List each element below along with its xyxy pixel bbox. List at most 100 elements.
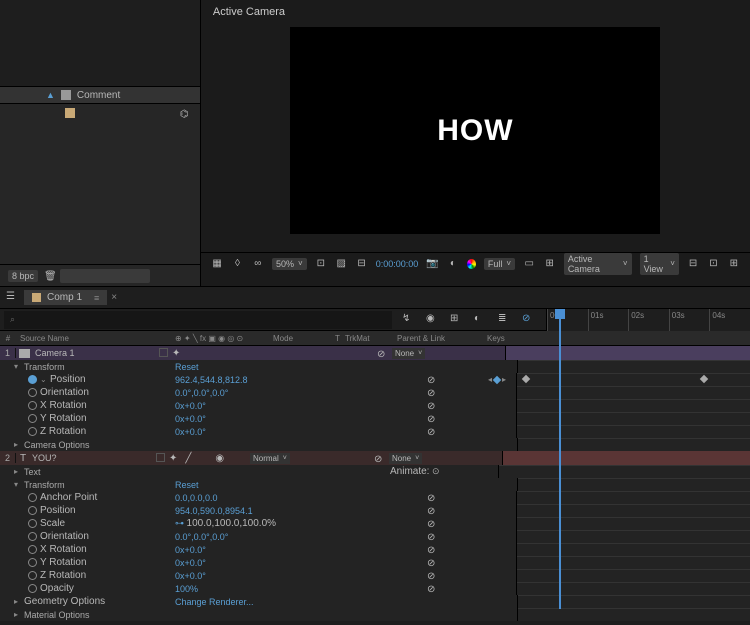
link-icon[interactable]: ⊘ — [427, 584, 436, 593]
next-key-icon[interactable]: ▸ — [502, 375, 506, 384]
time-ruler[interactable]: 00s 01s 02s 03s 04s — [546, 309, 750, 331]
xrot-value[interactable]: 0x+0.0° — [175, 401, 305, 411]
layers-icon[interactable]: ≣ — [498, 313, 512, 327]
footer-slider[interactable] — [60, 269, 150, 283]
col-trkmat: TrkMat — [341, 334, 393, 343]
opacity-value[interactable]: 100% — [175, 584, 305, 594]
project-column-header[interactable]: ▲ Comment — [0, 86, 200, 104]
comment-col: Comment — [77, 90, 120, 101]
canvas-text: HOW — [437, 114, 513, 148]
stopwatch-icon[interactable] — [28, 414, 37, 423]
blend-mode-select[interactable]: Normal — [250, 453, 290, 464]
yrot-value[interactable]: 0x+0.0° — [175, 414, 305, 424]
stopwatch-icon[interactable] — [28, 493, 37, 502]
flowchart-icon[interactable]: ⌬ — [180, 109, 190, 117]
scale-value[interactable]: ⊶ 100.0,100.0,100.0% — [175, 518, 305, 529]
shy-icon[interactable]: ◉ — [426, 313, 440, 327]
col-parent: Parent & Link — [393, 334, 483, 343]
link-icon[interactable]: ⊘ — [427, 519, 436, 528]
link-icon[interactable]: ⊘ — [427, 493, 436, 502]
opt3-icon[interactable]: ⊞ — [728, 257, 740, 271]
stopwatch-icon[interactable] — [28, 532, 37, 541]
text-layer-icon: T — [18, 453, 28, 464]
link-icon[interactable]: ⊘ — [522, 313, 536, 327]
bpc-chip[interactable]: 8 bpc — [8, 270, 38, 282]
link-icon[interactable]: ⊘ — [427, 545, 436, 554]
panel-menu-icon[interactable]: ☰ — [6, 291, 20, 305]
stopwatch-icon[interactable] — [28, 545, 37, 554]
stopwatch-icon[interactable] — [28, 427, 37, 436]
graph-icon[interactable]: ↯ — [402, 313, 416, 327]
link-icon[interactable]: ⊘ — [427, 427, 436, 436]
view-icon[interactable]: ⊞ — [543, 257, 555, 271]
layer-camera1[interactable]: 1 Camera 1 ✦ ⊘None — [0, 346, 750, 360]
opt2-icon[interactable]: ⊡ — [707, 257, 719, 271]
col-switches: ⊕ ✦ ╲ fx ▣ ◉ ◎ ⊙ — [171, 334, 269, 343]
search-input[interactable]: ⌕ — [4, 311, 392, 329]
zoom-select[interactable]: 50% — [272, 258, 307, 270]
add-key-icon[interactable] — [493, 375, 501, 383]
opt1-icon[interactable]: ⊟ — [687, 257, 699, 271]
transparency-icon[interactable]: ▨ — [335, 257, 347, 271]
stopwatch-icon[interactable] — [28, 584, 37, 593]
views-select[interactable]: 1 View — [640, 253, 679, 275]
timecode[interactable]: 0:00:00:00 — [376, 259, 419, 269]
pickwhip-icon[interactable]: ⊘ — [377, 349, 386, 358]
orient-value[interactable]: 0.0°,0.0°,0.0° — [175, 388, 305, 398]
grid-icon[interactable]: ▦ — [211, 257, 223, 271]
mask-icon[interactable]: ◊ — [231, 257, 243, 271]
zrot2-value[interactable]: 0x+0.0° — [175, 571, 305, 581]
orient2-value[interactable]: 0.0°,0.0°,0.0° — [175, 532, 305, 542]
link-icon[interactable]: ⊘ — [427, 401, 436, 410]
col-mode: Mode — [269, 334, 331, 343]
res-select[interactable]: Full — [484, 258, 515, 270]
camera-icon[interactable]: 📷 — [426, 257, 438, 271]
folder-icon[interactable] — [65, 108, 75, 118]
pos-value[interactable]: 954.0,590.0,8954.1 — [175, 506, 305, 516]
snapshot-icon[interactable]: ⊟ — [355, 257, 367, 271]
color-icon[interactable] — [467, 259, 476, 269]
channel-icon[interactable]: ◐ — [447, 257, 459, 271]
stopwatch-icon[interactable] — [28, 401, 37, 410]
renderer-link[interactable]: Change Renderer... — [175, 597, 305, 607]
anchor-value[interactable]: 0.0,0.0,0.0 — [175, 493, 305, 503]
playhead[interactable] — [559, 309, 561, 609]
frame-blend-icon[interactable]: ⊞ — [450, 313, 464, 327]
link-icon[interactable]: ⊘ — [427, 506, 436, 515]
stopwatch-icon[interactable] — [28, 571, 37, 580]
parent-select[interactable]: None — [389, 453, 422, 464]
link-icon[interactable]: ⊘ — [427, 388, 436, 397]
pickwhip-icon[interactable]: ⊘ — [374, 454, 383, 463]
tick: 03s — [669, 309, 710, 331]
label-icon — [61, 90, 71, 100]
xrot2-value[interactable]: 0x+0.0° — [175, 545, 305, 555]
stopwatch-icon[interactable] — [28, 375, 37, 384]
stopwatch-icon[interactable] — [28, 558, 37, 567]
link-icon[interactable]: ⊘ — [427, 571, 436, 580]
trash-icon[interactable]: 🗑 — [44, 271, 54, 281]
reset-button[interactable]: Reset — [175, 480, 305, 490]
tab-close-icon[interactable]: × — [111, 292, 117, 303]
zrot-value[interactable]: 0x+0.0° — [175, 427, 305, 437]
preview-canvas[interactable]: HOW — [290, 27, 660, 234]
link-icon[interactable]: ⊘ — [427, 532, 436, 541]
camera-select[interactable]: Active Camera — [564, 253, 632, 275]
layer-text-you[interactable]: 2 T YOU? ✦╱◉ Normal ⊘None — [0, 451, 750, 465]
stopwatch-icon[interactable] — [28, 506, 37, 515]
stopwatch-icon[interactable] — [28, 388, 37, 397]
position-value[interactable]: 962.4,544.8,812.8 — [175, 375, 305, 385]
roi-icon[interactable]: ⊡ — [315, 257, 327, 271]
tab-comp1[interactable]: Comp 1 — [24, 290, 107, 305]
link-icon[interactable]: ⊘ — [427, 414, 436, 423]
yrot2-value[interactable]: 0x+0.0° — [175, 558, 305, 568]
parent-select[interactable]: None — [392, 348, 425, 359]
stopwatch-icon[interactable] — [28, 519, 37, 528]
tick: 01s — [588, 309, 629, 331]
3d-icon[interactable]: ∞ — [252, 257, 264, 271]
col-src: Source Name — [16, 334, 171, 343]
link-icon[interactable]: ⊘ — [427, 558, 436, 567]
reset-button[interactable]: Reset — [175, 362, 305, 372]
link-icon[interactable]: ⊘ — [427, 375, 436, 384]
motion-blur-icon[interactable]: ◐ — [474, 313, 488, 327]
screen-icon[interactable]: ▭ — [523, 257, 535, 271]
